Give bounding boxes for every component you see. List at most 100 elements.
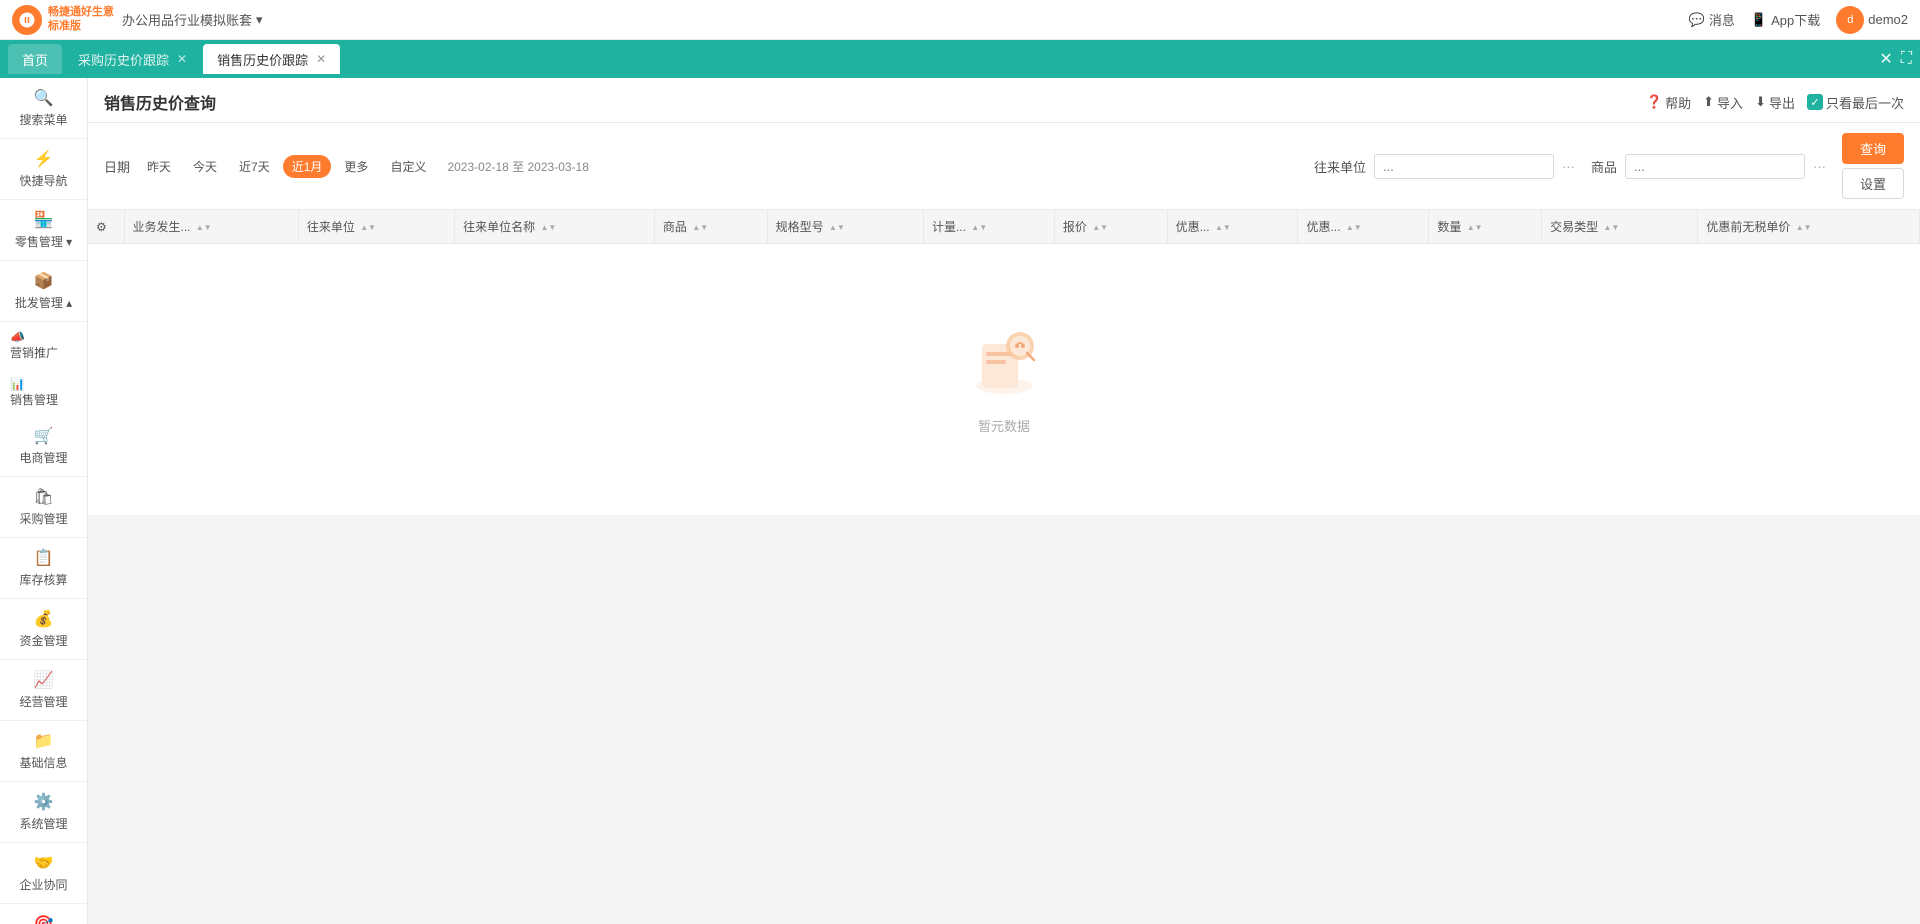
th-trade-type[interactable]: 交易类型 ▲▼ [1542,210,1698,244]
sort-icon[interactable]: ▲▼ [196,224,212,232]
sidebar-item-search-menu[interactable]: 🔍 搜索菜单 [0,78,87,139]
th-settings[interactable]: ⚙ [88,210,124,244]
import-icon: ⬆ [1703,94,1714,110]
chevron-down-icon: ▾ [256,12,263,28]
sort-icon[interactable]: ▲▼ [1603,224,1619,232]
th-unit-label: 计量... [932,220,966,234]
inventory-icon: 📋 [34,548,54,568]
import-btn[interactable]: ⬆ 导入 [1703,93,1743,112]
th-goods[interactable]: 商品 ▲▼ [654,210,767,244]
sidebar-item-wholesale[interactable]: 📦 批发管理 ▴ [0,261,87,322]
th-partner-name[interactable]: 往来单位名称 ▲▼ [455,210,655,244]
sidebar-item-basic-info[interactable]: 📁 基础信息 [0,721,87,782]
partner-dots-btn[interactable]: ··· [1562,159,1575,174]
empty-state: 暂元数据 [88,244,1920,515]
th-pre-tax-price[interactable]: 优惠前无税单价 ▲▼ [1698,210,1920,244]
tab-purchase-label: 采购历史价跟踪 [78,50,169,69]
sort-icon[interactable]: ▲▼ [692,224,708,232]
sort-icon[interactable]: ▲▼ [360,224,376,232]
date-btn-1month[interactable]: 近1月 [283,155,332,178]
message-icon: 💬 [1689,12,1705,28]
sidebar-item-finance[interactable]: 💰 资金管理 [0,599,87,660]
sidebar-item-label: 基础信息 [19,754,67,771]
sidebar-item-label: 资金管理 [19,632,67,649]
only-last-checkbox[interactable] [1807,94,1823,110]
message-btn[interactable]: 💬 消息 [1689,10,1735,29]
sidebar-item-quick-nav[interactable]: ⚡ 快捷导航 [0,139,87,200]
user-menu[interactable]: d demo2 [1836,6,1908,34]
quick-nav-icon: ⚡ [34,149,54,169]
sort-icon[interactable]: ▲▼ [541,224,557,232]
enterprise-collab-icon: 🤝 [34,853,54,873]
empty-icon [964,324,1044,404]
sidebar-item-new-guide[interactable]: 🎯 新手引导 [0,904,87,924]
th-spec[interactable]: 规格型号 ▲▼ [767,210,923,244]
setting-btn[interactable]: 设置 [1842,168,1904,199]
only-last-toggle[interactable]: 只看最后一次 [1807,93,1904,112]
sort-icon[interactable]: ▲▼ [1215,224,1231,232]
sidebar-sub-label: 销售管理 [10,391,77,408]
date-options: 昨天 今天 近7天 近1月 更多 自定义 [138,155,435,178]
date-btn-custom[interactable]: 自定义 [381,155,435,178]
date-btn-7days[interactable]: 近7天 [230,155,279,178]
tab-purchase-close[interactable]: ✕ [177,52,187,66]
th-unit[interactable]: 计量... ▲▼ [923,210,1054,244]
tab-bar: 首页 采购历史价跟踪 ✕ 销售历史价跟踪 ✕ ✕ ⛶ [0,40,1920,78]
tab-home-label: 首页 [22,50,48,69]
th-discount-rate-label: 优惠... [1176,220,1210,234]
finance-icon: 💰 [34,609,54,629]
tab-expand-btn[interactable]: ⛶ [1901,50,1912,68]
tab-home[interactable]: 首页 [8,44,62,74]
goods-dots-btn[interactable]: ··· [1813,159,1826,174]
sidebar-item-ecommerce[interactable]: 🛒 电商管理 [0,416,87,477]
date-filter-label: 日期 [104,157,130,176]
help-icon: ❓ [1646,94,1662,110]
th-quantity[interactable]: 数量 ▲▼ [1429,210,1542,244]
sidebar-item-label: 零售管理 ▾ [15,233,72,250]
page-header: 销售历史价查询 ❓ 帮助 ⬆ 导入 ⬇ 导出 [88,78,1920,123]
th-biz-date[interactable]: 业务发生... ▲▼ [124,210,298,244]
filter-area: 日期 昨天 今天 近7天 近1月 更多 自定义 2023-02-18 至 202… [88,123,1920,210]
sort-icon[interactable]: ▲▼ [829,224,845,232]
header-left: 畅捷通好生意 标准版 办公用品行业模拟账套 ▾ [12,5,263,35]
help-btn[interactable]: ❓ 帮助 [1646,93,1691,112]
sort-icon[interactable]: ▲▼ [971,224,987,232]
sidebar-item-system[interactable]: ⚙️ 系统管理 [0,782,87,843]
sidebar-item-operations[interactable]: 📈 经营管理 [0,660,87,721]
logo-area: 畅捷通好生意 标准版 [12,5,114,35]
tab-close-all-btn[interactable]: ✕ [1879,49,1892,69]
sort-icon[interactable]: ▲▼ [1467,224,1483,232]
app-download-btn[interactable]: 📱 App下载 [1751,10,1820,29]
search-btn[interactable]: 查询 [1842,133,1904,164]
th-partner-code[interactable]: 往来单位 ▲▼ [298,210,454,244]
sidebar-item-retail[interactable]: 🏪 零售管理 ▾ [0,200,87,261]
filter-group-goods: 商品 ··· [1591,154,1826,179]
sidebar-sub-sales[interactable]: 📊 销售管理 [0,369,87,416]
only-last-label: 只看最后一次 [1826,93,1904,112]
tab-sales-history[interactable]: 销售历史价跟踪 ✕ [203,44,340,74]
partner-filter-label: 往来单位 [1314,157,1366,176]
filter-group-partner: 往来单位 ··· [1314,154,1575,179]
sort-icon[interactable]: ▲▼ [1796,224,1812,232]
th-discount-amount[interactable]: 优惠... ▲▼ [1298,210,1429,244]
th-quoted-price[interactable]: 报价 ▲▼ [1054,210,1167,244]
sidebar-item-enterprise-collab[interactable]: 🤝 企业协同 [0,843,87,904]
sort-icon[interactable]: ▲▼ [1092,224,1108,232]
th-discount-rate[interactable]: 优惠... ▲▼ [1167,210,1298,244]
date-btn-today[interactable]: 今天 [184,155,226,178]
sidebar-sub-marketing[interactable]: 📣 营销推广 [0,322,87,369]
app-selector[interactable]: 办公用品行业模拟账套 ▾ [122,10,263,29]
tab-sales-close[interactable]: ✕ [316,52,326,66]
sort-icon[interactable]: ▲▼ [1346,224,1362,232]
partner-input[interactable] [1374,154,1554,179]
date-btn-yesterday[interactable]: 昨天 [138,155,180,178]
sidebar-item-purchase[interactable]: 🛍 采购管理 [0,477,87,538]
goods-input[interactable] [1625,154,1805,179]
help-label: 帮助 [1665,93,1691,112]
sidebar-item-inventory[interactable]: 📋 库存核算 [0,538,87,599]
table-container: ⚙ 业务发生... ▲▼ 往来单位 ▲▼ 往来单位名称 [88,210,1920,515]
page-container: 销售历史价查询 ❓ 帮助 ⬆ 导入 ⬇ 导出 [88,78,1920,515]
date-btn-more[interactable]: 更多 [335,155,377,178]
tab-purchase-history[interactable]: 采购历史价跟踪 ✕ [64,44,201,74]
export-btn[interactable]: ⬇ 导出 [1755,93,1795,112]
